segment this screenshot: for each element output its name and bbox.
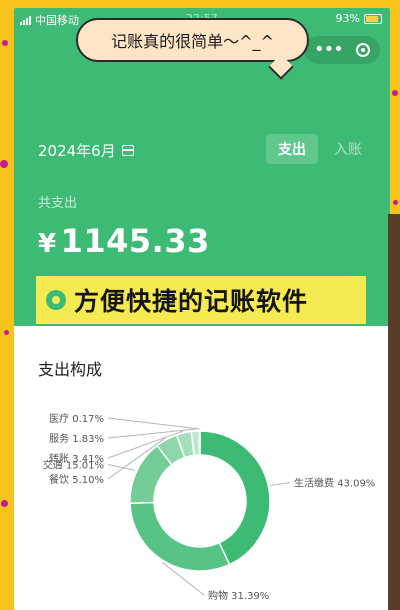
background-strip <box>388 214 400 610</box>
mini-program-capsule: ••• <box>304 36 380 64</box>
leader-line-6 <box>107 417 200 430</box>
location-pin-icon <box>46 290 66 310</box>
battery-percent: 93% <box>335 12 360 25</box>
section-title: 支出构成 <box>38 360 103 379</box>
promo-text: 方便快捷的记账软件 <box>74 287 309 316</box>
phone-screen: 中国移动 22:57 93% ••• 2024年6月 支出 入账 共支出 ¥11… <box>14 8 390 610</box>
total-expense-label: 共支出 <box>38 196 78 211</box>
month-picker[interactable]: 2024年6月 <box>38 140 134 161</box>
month-label: 2024年6月 <box>38 142 116 160</box>
decor-dot <box>2 40 8 46</box>
leader-line-0 <box>270 481 291 486</box>
donut-slice-1[interactable] <box>129 501 231 572</box>
decor-dot <box>4 330 9 335</box>
tab-expense[interactable]: 支出 <box>266 134 318 164</box>
bubble-text: 记账真的很简单～^_^ <box>111 32 274 51</box>
speech-bubble: 记账真的很简单～^_^ <box>76 18 309 62</box>
battery-status: 93% <box>336 12 382 25</box>
battery-icon <box>364 13 382 24</box>
decor-dot <box>1 500 8 507</box>
slice-label-5: 服务 1.83% <box>49 432 104 445</box>
signal-icon <box>20 15 31 25</box>
decor-dot <box>392 90 398 96</box>
donut-slice-6[interactable] <box>198 430 201 456</box>
donut-slice-0[interactable] <box>199 430 271 566</box>
slice-label-0: 生活缴费 43.09% <box>294 476 375 489</box>
more-dots-icon[interactable]: ••• <box>314 41 344 59</box>
carrier: 中国移动 <box>20 12 79 28</box>
currency-symbol: ¥ <box>38 229 57 259</box>
slice-label-1: 购物 31.39% <box>208 589 269 602</box>
tab-income[interactable]: 入账 <box>334 134 362 164</box>
close-target-icon[interactable] <box>356 43 370 57</box>
decor-dot <box>0 160 8 168</box>
slice-label-3: 餐饮 5.10% <box>49 473 104 486</box>
calendar-icon <box>121 145 134 156</box>
slice-label-4: 转账 3.41% <box>49 452 104 465</box>
expense-donut-chart: 生活缴费 43.09%购物 31.39%交通 15.01%餐饮 5.10%转账 … <box>43 412 376 602</box>
amount-value: 1145.33 <box>60 222 210 260</box>
slice-label-6: 医疗 0.17% <box>49 412 104 425</box>
total-expense-amount: ¥1145.33 <box>38 222 210 260</box>
promo-banner: 方便快捷的记账软件 <box>36 276 366 324</box>
carrier-name: 中国移动 <box>35 14 79 27</box>
decor-dot <box>393 200 398 205</box>
